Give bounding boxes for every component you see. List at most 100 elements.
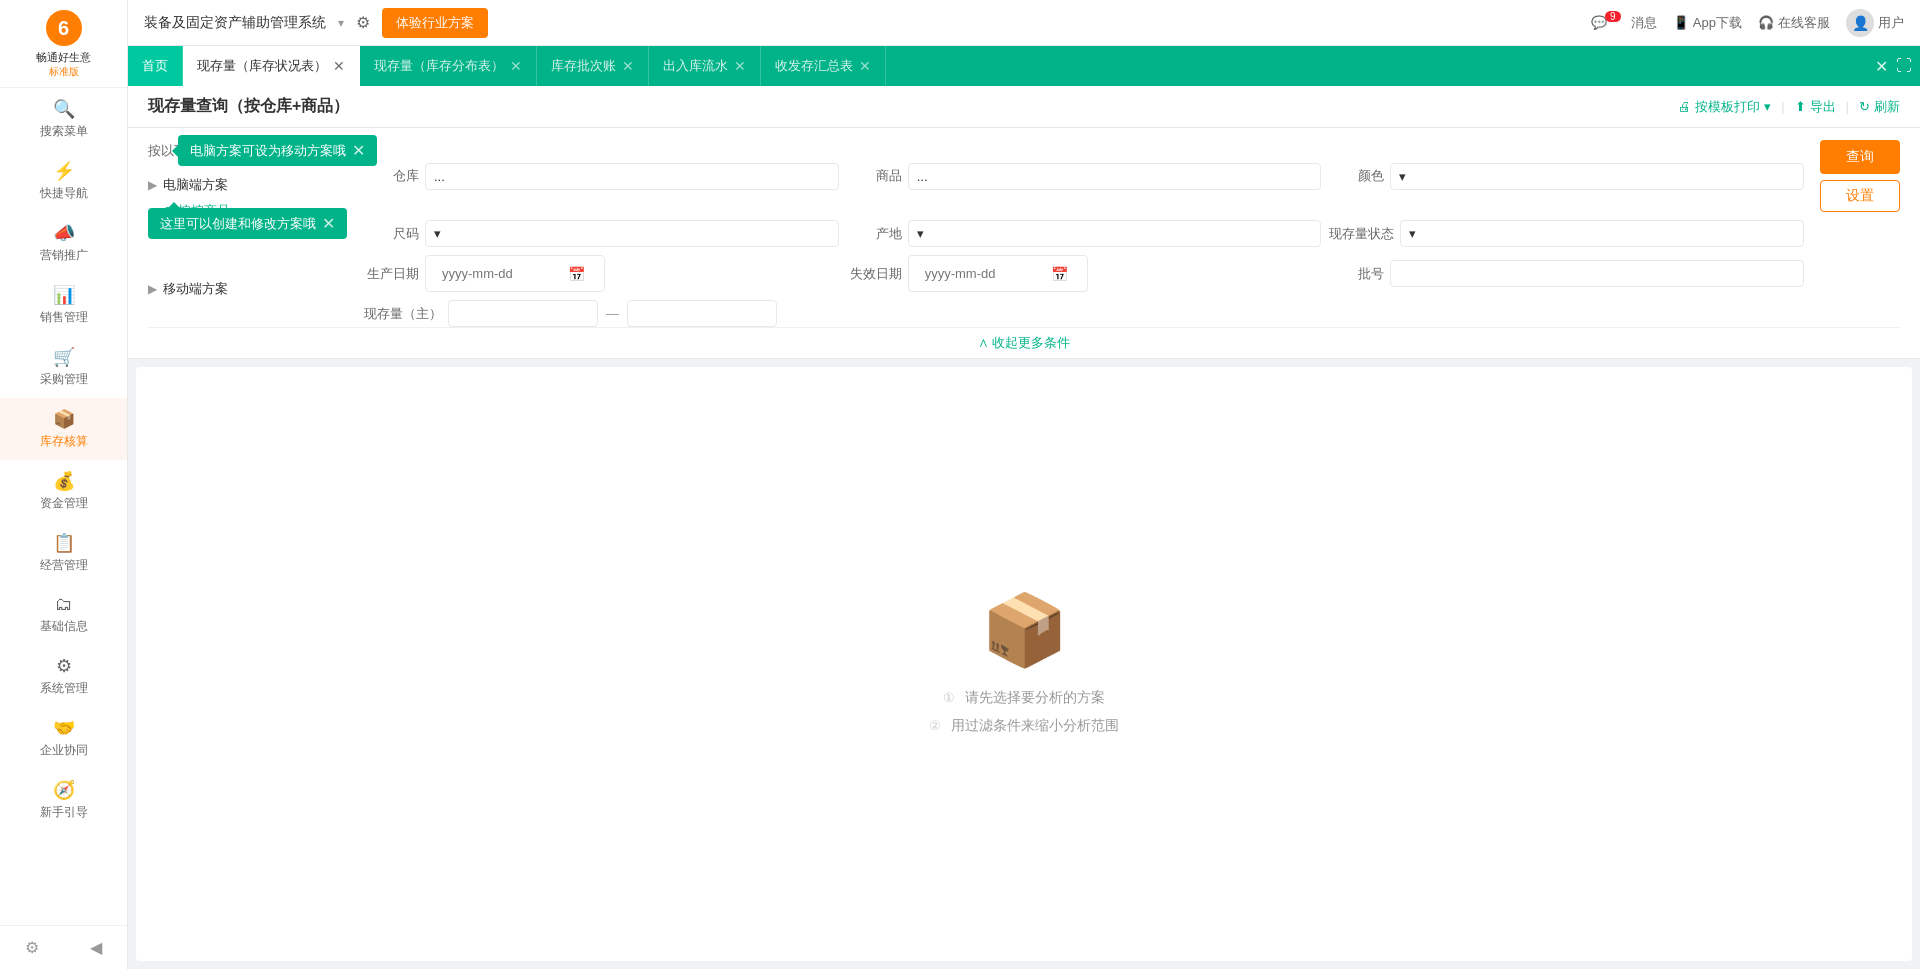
sidebar-label-system: 系统管理: [40, 680, 88, 697]
system-dropdown-icon[interactable]: ▾: [338, 16, 344, 30]
goods-dots: ...: [917, 169, 928, 184]
refresh-btn[interactable]: ↻ 刷新: [1859, 98, 1900, 116]
sidebar-label-sales: 销售管理: [40, 309, 88, 326]
sidebar-item-inventory[interactable]: 📦 库存核算: [0, 398, 127, 460]
collapse-bar[interactable]: ∧ 收起更多条件: [148, 327, 1900, 358]
sidebar-item-asset[interactable]: 💰 资金管理: [0, 460, 127, 522]
tab-inventory-batch[interactable]: 库存批次账 ✕: [537, 46, 649, 86]
export-btn[interactable]: ⬆ 导出: [1795, 98, 1836, 116]
tab-home[interactable]: 首页: [128, 46, 183, 86]
warehouse-select[interactable]: ...: [425, 163, 839, 190]
cooperation-icon: 🤝: [53, 717, 75, 739]
sidebar-item-system[interactable]: ⚙ 系统管理: [0, 645, 127, 707]
edit-popover-close[interactable]: ✕: [322, 214, 335, 233]
inventory-status-label: 现存量状态: [1329, 225, 1394, 243]
refresh-label: 刷新: [1874, 98, 1900, 116]
operation-icon: 📋: [53, 532, 75, 554]
scheme-popover-text: 电脑方案可设为移动方案哦: [190, 142, 346, 160]
search-button[interactable]: 查询: [1820, 140, 1900, 174]
user-btn[interactable]: 👤 用户: [1846, 9, 1904, 37]
app-label: App下载: [1693, 14, 1742, 32]
tab-inventory-status[interactable]: 现存量（库存状况表） ✕: [183, 46, 360, 86]
tab-inventory-status-label: 现存量（库存状况表）: [197, 57, 327, 75]
sidebar-item-cooperation[interactable]: 🤝 企业协同: [0, 707, 127, 769]
filter-row-1: 仓库 ... 商品 ...: [364, 140, 1900, 212]
collapse-label: 收起更多条件: [992, 335, 1070, 350]
exp-date-control: 📅: [908, 255, 1322, 292]
goods-control: ...: [908, 163, 1322, 190]
settings-button[interactable]: ⚙: [21, 934, 43, 961]
user-label: 用户: [1878, 14, 1904, 32]
color-select[interactable]: ▾: [1390, 163, 1804, 190]
tab-inventory-dist-label: 现存量（库存分布表）: [374, 57, 504, 75]
maximize-icon[interactable]: ⛶: [1896, 57, 1912, 75]
print-icon: 🖨: [1678, 99, 1691, 114]
mobile-scheme-node[interactable]: ▶ 移动端方案: [148, 276, 348, 302]
refresh-icon: ↻: [1859, 99, 1870, 114]
reset-button[interactable]: 设置: [1820, 180, 1900, 212]
goods-select[interactable]: ...: [908, 163, 1322, 190]
sidebar-item-marketing[interactable]: 📣 营销推广: [0, 212, 127, 274]
inventory-main-control: —: [448, 300, 1900, 327]
main-content: 装备及固定资产辅助管理系统 ▾ ⚙ 体验行业方案 💬 9 消息 📱 App下载 …: [128, 0, 1920, 969]
sidebar-item-operation[interactable]: 📋 经营管理: [0, 522, 127, 584]
tab-close-inout-flow[interactable]: ✕: [734, 58, 746, 74]
prod-date-calendar-icon[interactable]: 📅: [568, 266, 585, 282]
search-action-col: 查询 设置: [1820, 140, 1900, 212]
message-btn[interactable]: 💬 9 消息: [1591, 14, 1657, 32]
sidebar-label-purchase: 采购管理: [40, 371, 88, 388]
sidebar-item-guide[interactable]: 🧭 新手引导: [0, 769, 127, 831]
sidebar-item-purchase[interactable]: 🛒 采购管理: [0, 336, 127, 398]
sidebar-item-search[interactable]: 🔍 搜索菜单: [0, 88, 127, 150]
batch-input[interactable]: [1390, 260, 1804, 287]
edit-popover-text: 这里可以创建和修改方案哦: [160, 215, 316, 233]
app-download-btn[interactable]: 📱 App下载: [1673, 14, 1742, 32]
guide-icon: 🧭: [53, 779, 75, 801]
prod-date-field: 生产日期 📅: [364, 255, 839, 292]
prod-date-input[interactable]: [434, 261, 564, 286]
empty-state: 📦 ① 请先选择要分析的方案 ② 用过滤条件来缩小分析范围: [136, 367, 1912, 961]
print-label: 按模板打印: [1695, 98, 1760, 116]
tab-close-inventory-status[interactable]: ✕: [333, 58, 345, 74]
inventory-status-select[interactable]: ▾: [1400, 220, 1804, 247]
mobile-scheme-label: 移动端方案: [163, 280, 228, 298]
tab-recvship-summary[interactable]: 收发存汇总表 ✕: [761, 46, 886, 86]
inventory-main-from-input[interactable]: [448, 300, 598, 327]
empty-hint1: ① 请先选择要分析的方案: [943, 683, 1105, 711]
top-bar: 装备及固定资产辅助管理系统 ▾ ⚙ 体验行业方案 💬 9 消息 📱 App下载 …: [128, 0, 1920, 46]
gear-button[interactable]: ⚙: [356, 13, 370, 32]
exp-date-label: 失效日期: [847, 265, 902, 283]
inventory-main-to-input[interactable]: [627, 300, 777, 327]
batch-label: 批号: [1329, 265, 1384, 283]
size-select[interactable]: ▾: [425, 220, 839, 247]
exp-date-field: 失效日期 📅: [847, 255, 1322, 292]
sidebar-item-sales[interactable]: 📊 销售管理: [0, 274, 127, 336]
empty-hint2: ② 用过滤条件来缩小分析范围: [929, 711, 1119, 739]
close-all-tabs-icon[interactable]: ✕: [1875, 57, 1888, 76]
scheme-popover: 电脑方案可设为移动方案哦 ✕: [178, 135, 377, 166]
tab-inventory-dist[interactable]: 现存量（库存分布表） ✕: [360, 46, 537, 86]
service-btn[interactable]: 🎧 在线客服: [1758, 14, 1830, 32]
tree-arrow-mobile: ▶: [148, 282, 157, 296]
exp-date-input[interactable]: [917, 261, 1047, 286]
origin-select[interactable]: ▾: [908, 220, 1322, 247]
print-btn[interactable]: 🖨 按模板打印 ▾: [1678, 98, 1771, 116]
origin-chevron: ▾: [917, 226, 924, 241]
tab-close-recvship-summary[interactable]: ✕: [859, 58, 871, 74]
logo-icon: 6: [46, 10, 82, 46]
collapse-sidebar-button[interactable]: ◀: [86, 934, 106, 961]
tab-close-inventory-batch[interactable]: ✕: [622, 58, 634, 74]
sidebar-item-quick-nav[interactable]: ⚡ 快捷导航: [0, 150, 127, 212]
exp-date-calendar-icon[interactable]: 📅: [1051, 266, 1068, 282]
scheme-panel: 按以下方案查询 + ↻ ← 电脑方案可设为移动方案哦 ✕ ▶: [148, 140, 348, 327]
scheme-popover-close[interactable]: ✕: [352, 141, 365, 160]
prod-date-input-wrap: 📅: [425, 255, 605, 292]
batch-control: [1390, 260, 1804, 287]
pc-scheme-node[interactable]: ▶ 电脑端方案: [148, 172, 348, 198]
export-icon: ⬆: [1795, 99, 1806, 114]
tab-inout-flow[interactable]: 出入库流水 ✕: [649, 46, 761, 86]
industry-btn[interactable]: 体验行业方案: [382, 8, 488, 38]
purchase-icon: 🛒: [53, 346, 75, 368]
sidebar-item-basic[interactable]: 🗂 基础信息: [0, 584, 127, 645]
tab-close-inventory-dist[interactable]: ✕: [510, 58, 522, 74]
